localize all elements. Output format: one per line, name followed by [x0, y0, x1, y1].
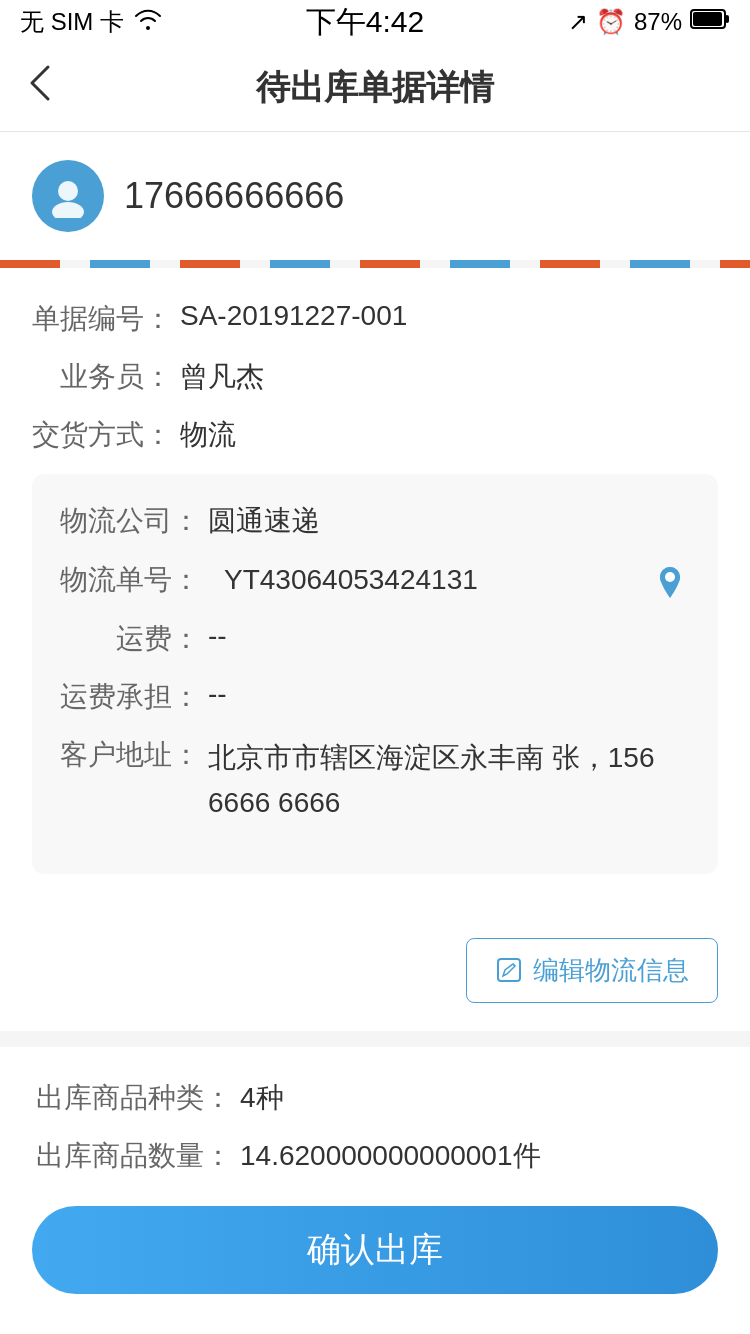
location-icon: ↗ — [568, 8, 588, 36]
doc-number-label: 单据编号： — [32, 300, 172, 338]
alarm-icon: ⏰ — [596, 8, 626, 36]
dashed-divider — [0, 260, 750, 268]
status-time: 下午4:42 — [306, 2, 424, 43]
status-left: 无 SIM 卡 — [20, 6, 162, 38]
back-button[interactable] — [28, 63, 52, 112]
carrier-text: 无 SIM 卡 — [20, 6, 124, 38]
user-phone: 17666666666 — [124, 175, 344, 217]
goods-types-row: 出库商品种类： 4种 — [32, 1079, 718, 1117]
freight-row: 运费： -- — [60, 620, 690, 658]
delivery-method-value: 物流 — [180, 416, 718, 454]
delivery-method-row: 交货方式： 物流 — [32, 416, 718, 454]
confirm-btn-label: 确认出库 — [307, 1227, 443, 1273]
battery-text: 87% — [634, 8, 682, 36]
freight-value: -- — [208, 620, 690, 652]
svg-rect-2 — [693, 12, 722, 26]
freight-bearer-value: -- — [208, 678, 690, 710]
address-row: 客户地址： 北京市市辖区海淀区永丰南 张，156 6666 6666 — [60, 736, 690, 826]
location-pin-icon[interactable] — [650, 560, 690, 600]
logistics-company-value: 圆通速递 — [208, 502, 690, 540]
confirm-outbound-button[interactable]: 确认出库 — [32, 1206, 718, 1294]
address-label: 客户地址： — [60, 736, 200, 774]
logistics-company-row: 物流公司： 圆通速递 — [60, 502, 690, 540]
svg-point-3 — [58, 181, 78, 201]
freight-label: 运费： — [60, 620, 200, 658]
edit-logistics-button[interactable]: 编辑物流信息 — [466, 938, 718, 1003]
address-value: 北京市市辖区海淀区永丰南 张，156 6666 6666 — [208, 736, 690, 826]
wifi-icon — [134, 8, 162, 36]
edit-logistics-label: 编辑物流信息 — [533, 953, 689, 988]
goods-types-value: 4种 — [240, 1079, 718, 1117]
doc-number-value: SA-20191227-001 — [180, 300, 718, 332]
svg-point-6 — [665, 572, 675, 582]
goods-quantity-label: 出库商品数量： — [32, 1137, 232, 1175]
svg-rect-1 — [725, 15, 729, 23]
avatar — [32, 160, 104, 232]
delivery-method-label: 交货方式： — [32, 416, 172, 454]
page-title: 待出库单据详情 — [256, 65, 494, 111]
logistics-company-label: 物流公司： — [60, 502, 200, 540]
status-right: ↗ ⏰ 87% — [568, 8, 730, 36]
freight-bearer-row: 运费承担： -- — [60, 678, 690, 716]
logistics-card: 物流公司： 圆通速递 物流单号： YT43064053424131 运费： -- — [32, 474, 718, 874]
svg-point-4 — [52, 202, 84, 218]
goods-quantity-row: 出库商品数量： 14.620000000000001件 — [32, 1137, 718, 1175]
goods-quantity-value: 14.620000000000001件 — [240, 1137, 718, 1175]
doc-info-section: 单据编号： SA-20191227-001 业务员： 曾凡杰 交货方式： 物流 … — [0, 268, 750, 922]
bottom-area: 确认出库 — [0, 1186, 750, 1334]
sales-person-label: 业务员： — [32, 358, 172, 396]
doc-number-row: 单据编号： SA-20191227-001 — [32, 300, 718, 338]
tracking-label: 物流单号： — [60, 561, 200, 599]
tracking-value: YT43064053424131 — [224, 564, 634, 596]
edit-logistics-area: 编辑物流信息 — [0, 922, 750, 1031]
section-divider-1 — [0, 1031, 750, 1047]
battery-icon — [690, 8, 730, 36]
sales-person-value: 曾凡杰 — [180, 358, 718, 396]
freight-bearer-label: 运费承担： — [60, 678, 200, 716]
user-section: 17666666666 — [0, 132, 750, 260]
goods-types-label: 出库商品种类： — [32, 1079, 232, 1117]
status-bar: 无 SIM 卡 下午4:42 ↗ ⏰ 87% — [0, 0, 750, 44]
tracking-row: 物流单号： YT43064053424131 — [60, 560, 690, 600]
svg-rect-7 — [498, 959, 520, 981]
nav-bar: 待出库单据详情 — [0, 44, 750, 132]
sales-person-row: 业务员： 曾凡杰 — [32, 358, 718, 396]
